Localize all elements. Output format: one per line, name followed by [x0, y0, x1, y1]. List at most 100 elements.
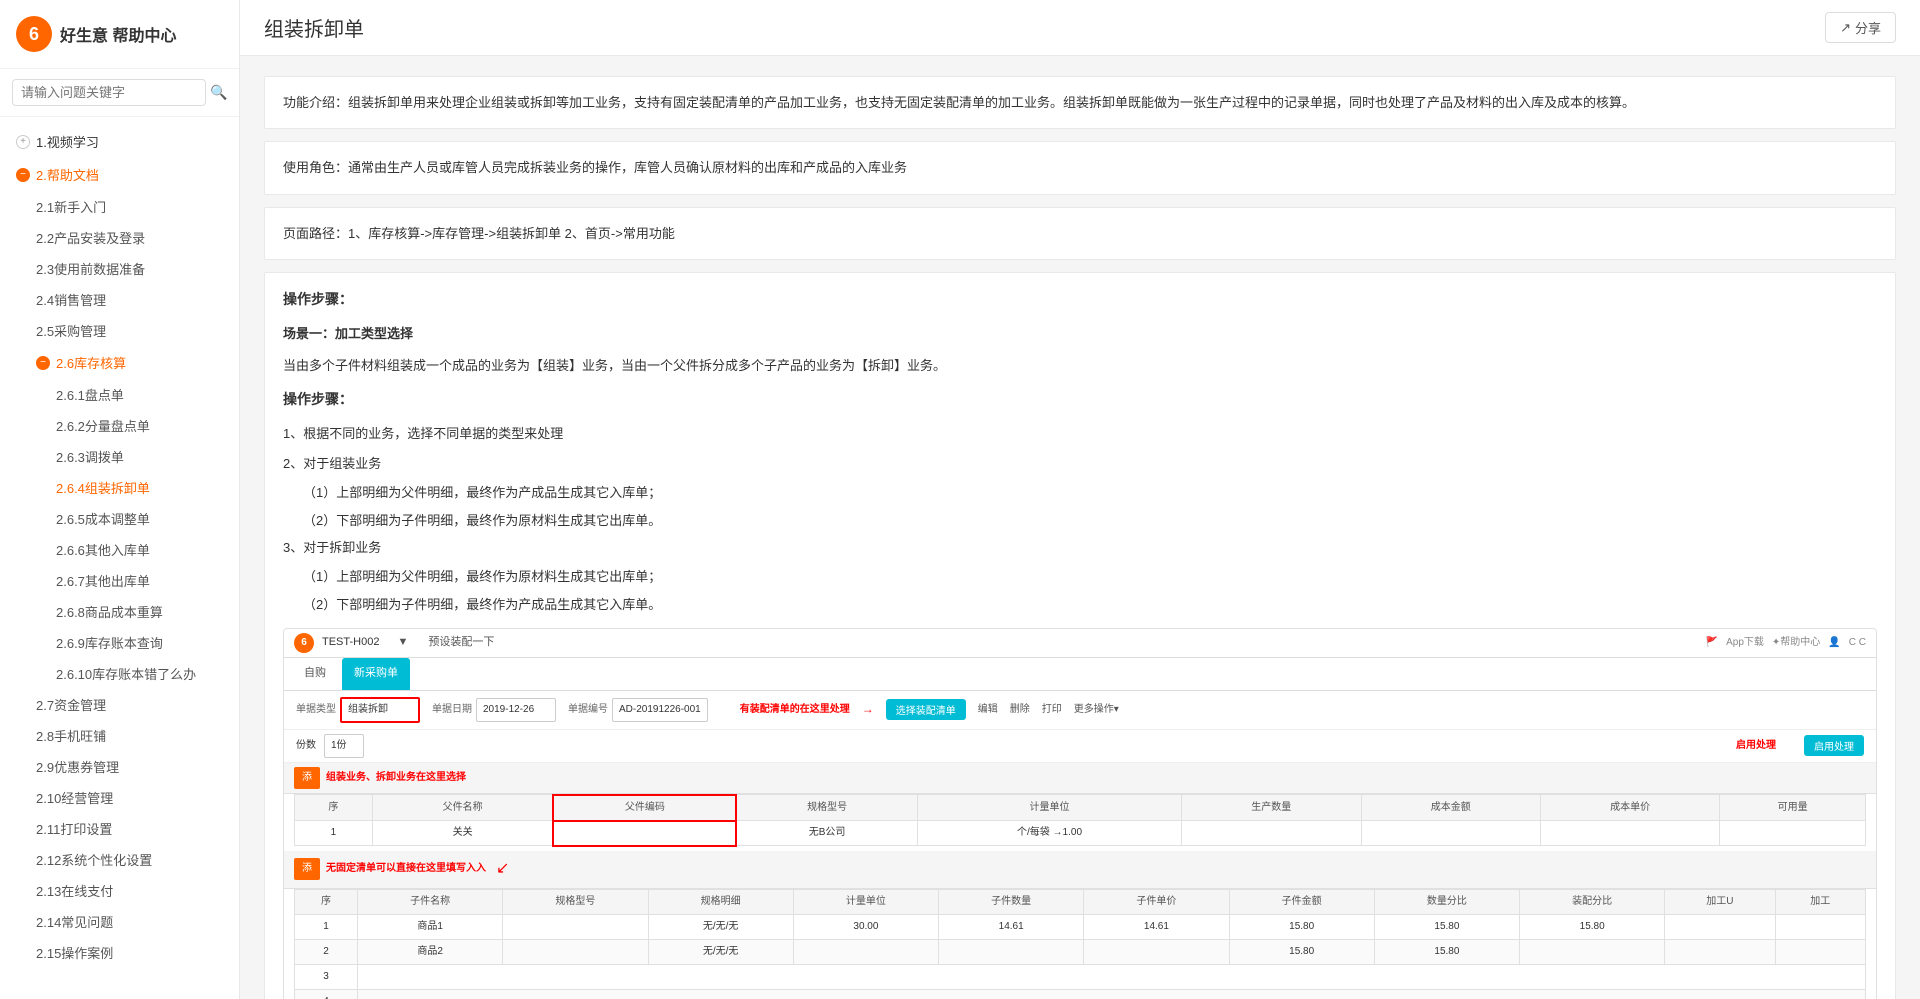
- btn-delete: 删除: [1010, 701, 1030, 719]
- sidebar-item-install[interactable]: 2.2产品安装及登录: [0, 222, 239, 253]
- sidebar-item-ledger-error[interactable]: 2.6.10库存账本错了么办: [20, 658, 239, 689]
- sidebar-item-stockcheck[interactable]: 2.6.1盘点单: [20, 379, 239, 410]
- app-icon-cc: C C: [1849, 634, 1866, 652]
- search-box: 🔍: [0, 69, 239, 117]
- step3-sub2: （2）下部明细为子件明细，最终作为产成品生成其它入库单。: [283, 593, 1877, 616]
- sidebar-item-assembly[interactable]: 2.6.4组装拆卸单: [20, 472, 239, 503]
- sidebar-item-video[interactable]: + 1.视频学习: [0, 125, 239, 158]
- sidebar-label-video: 1.视频学习: [36, 132, 99, 151]
- lower-row-1: 1 商品1 无/无/无 30.00 14.61 14.61 15.80 15.8…: [295, 914, 1866, 939]
- intro-block: 功能介绍：组装拆卸单用来处理企业组装或拆卸等加工业务，支持有固定装配清单的产品加…: [264, 76, 1896, 129]
- path-text: 页面路径：1、库存核算->库存管理->组装拆卸单 2、首页->常用功能: [283, 226, 675, 241]
- cell-parent-code: [553, 821, 736, 846]
- step3-sub1: （1）上部明细为父件明细，最终作为原材料生成其它出库单；: [283, 565, 1877, 588]
- cell-cost-price: [1540, 821, 1719, 846]
- upper-table: 序 父件名称 父件编码 规格型号 计量单位 生产数量 成本金额 成本单价 可用量: [294, 794, 1866, 847]
- btn-print: 打印: [1042, 701, 1062, 719]
- sidebar-item-cost-adj[interactable]: 2.6.5成本调整单: [20, 503, 239, 534]
- btn-select-bom[interactable]: 选择装配清单: [886, 699, 966, 720]
- step2: 2、对于组装业务: [283, 452, 1877, 475]
- sidebar-item-transfer[interactable]: 2.6.3调拨单: [20, 441, 239, 472]
- upper-col-parent-name: 父件名称: [372, 795, 553, 821]
- cell-parent-name: 关关: [372, 821, 553, 846]
- sidebar-item-partial-check[interactable]: 2.6.2分量盘点单: [20, 410, 239, 441]
- sidebar-item-finance[interactable]: 2.7资金管理: [0, 689, 239, 720]
- app-tab-home[interactable]: 自购: [292, 658, 338, 690]
- cell-cost-amt: [1361, 821, 1540, 846]
- steps-subtitle: 操作步骤：: [283, 387, 1877, 412]
- sidebar-item-operations[interactable]: 2.10经营管理: [0, 782, 239, 813]
- lower-add-btn[interactable]: 添: [294, 858, 320, 880]
- lower-col-child-amt: 子件金额: [1229, 889, 1374, 914]
- annotation-type: 组装业务、拆卸业务在这里选择: [326, 769, 466, 787]
- role-text: 使用角色：通常由生产人员或库管人员完成拆装业务的操作，库管人员确认原材料的出库和…: [283, 160, 907, 175]
- count-value: 1份: [324, 734, 364, 758]
- lower-table: 序 子件名称 规格型号 规格明细 计量单位 子件数量 子件单价 子件金额 数量分…: [294, 889, 1866, 999]
- app-tabs: 自购 新采购单: [284, 658, 1876, 691]
- lower-col-bom-ratio: 装配分比: [1520, 889, 1665, 914]
- upper-col-parent-code: 父件编码: [553, 795, 736, 821]
- arrow-no-bom: ↙: [496, 855, 509, 884]
- sidebar-item-help[interactable]: − 2.帮助文档: [0, 158, 239, 191]
- upper-table-container: 序 父件名称 父件编码 规格型号 计量单位 生产数量 成本金额 成本单价 可用量: [284, 794, 1876, 851]
- sidebar-item-data-prep[interactable]: 2.3使用前数据准备: [0, 253, 239, 284]
- main-content: 组装拆卸单 ↗ 分享 功能介绍：组装拆卸单用来处理企业组装或拆卸等加工业务，支持…: [240, 0, 1920, 999]
- lower-col-spec: 规格型号: [503, 889, 648, 914]
- app-tab-new[interactable]: 新采购单: [342, 658, 410, 690]
- sidebar-label-help: 2.帮助文档: [36, 165, 99, 184]
- upper-col-spec: 规格型号: [736, 795, 917, 821]
- expand-icon-help: −: [16, 168, 30, 182]
- cell-avail: [1720, 821, 1866, 846]
- type-group: 单据类型 组装拆卸: [296, 697, 420, 723]
- sidebar-item-newbie[interactable]: 2.1新手入门: [0, 191, 239, 222]
- logo-text: 好生意 帮助中心: [60, 22, 176, 46]
- sidebar-item-personalize[interactable]: 2.12系统个性化设置: [0, 844, 239, 875]
- sidebar-item-ledger-query[interactable]: 2.6.9库存账本查询: [20, 627, 239, 658]
- intro-text: 功能介绍：组装拆卸单用来处理企业组装或拆卸等加工业务，支持有固定装配清单的产品加…: [283, 95, 1635, 110]
- lower-col-child-price: 子件单价: [1084, 889, 1229, 914]
- sidebar-item-other-out[interactable]: 2.6.7其他出库单: [20, 565, 239, 596]
- cell-unit: 个/每袋 →1.00: [917, 821, 1181, 846]
- app-icon-flag: 🚩: [1706, 634, 1718, 652]
- lower-col-unit: 计量单位: [793, 889, 938, 914]
- lower-col-child-name: 子件名称: [358, 889, 503, 914]
- app-icon-apps: App下载: [1726, 634, 1764, 652]
- sidebar-item-cost-recalc[interactable]: 2.6.8商品成本重算: [20, 596, 239, 627]
- sidebar-item-sales[interactable]: 2.4销售管理: [0, 284, 239, 315]
- share-label: 分享: [1855, 18, 1881, 37]
- share-button[interactable]: ↗ 分享: [1825, 12, 1896, 43]
- code-label: 单据编号: [568, 701, 608, 719]
- search-button[interactable]: 🔍: [210, 84, 227, 101]
- sidebar-item-faq[interactable]: 2.14常见问题: [0, 906, 239, 937]
- sidebar-item-cases[interactable]: 2.15操作案例: [0, 937, 239, 968]
- app-screenshot: 6 TEST-H002 ▼ 预设装配一下 🚩 App下载 ✦帮助中心 👤 C C: [284, 629, 1876, 999]
- sidebar-item-coupon[interactable]: 2.9优惠券管理: [0, 751, 239, 782]
- sidebar-item-payment[interactable]: 2.13在线支付: [0, 875, 239, 906]
- menu-item-1: ▼: [397, 633, 408, 653]
- date-value: 2019-12-26: [476, 698, 556, 722]
- annotation-process: 启用处理: [1736, 737, 1776, 755]
- content-area: 功能介绍：组装拆卸单用来处理企业组装或拆卸等加工业务，支持有固定装配清单的产品加…: [240, 56, 1920, 999]
- code-group: 单据编号 AD-20191226-001: [568, 698, 708, 722]
- type-value: 组装拆卸: [340, 697, 420, 723]
- type-label: 单据类型: [296, 701, 336, 719]
- lower-col-spec-detail: 规格明细: [648, 889, 793, 914]
- btn-process[interactable]: 启用处理: [1804, 735, 1864, 756]
- count-label: 份数: [296, 737, 316, 755]
- sidebar-item-purchase[interactable]: 2.5采购管理: [0, 315, 239, 346]
- logo-area: 6 好生意 帮助中心: [0, 0, 239, 69]
- section-add-btn[interactable]: 添: [294, 767, 320, 789]
- sidebar-item-other-in[interactable]: 2.6.6其他入库单: [20, 534, 239, 565]
- step2-sub2: （2）下部明细为子件明细，最终作为原材料生成其它出库单。: [283, 509, 1877, 532]
- app-logo-small: 6: [294, 633, 314, 653]
- lower-row-3: 3: [295, 964, 1866, 989]
- operations-block: 操作步骤： 场景一：加工类型选择 当由多个子件材料组装成一个成品的业务为【组装】…: [264, 272, 1896, 999]
- sidebar-item-print[interactable]: 2.11打印设置: [0, 813, 239, 844]
- sidebar-item-inventory[interactable]: − 2.6库存核算: [0, 346, 239, 379]
- search-input[interactable]: [12, 79, 206, 106]
- operations-title: 操作步骤：: [283, 287, 1877, 312]
- app-menubar: ▼ 预设装配一下: [397, 633, 494, 653]
- lower-col-process-unit: 加工U: [1665, 889, 1775, 914]
- step1: 1、根据不同的业务，选择不同单据的类型来处理: [283, 422, 1877, 445]
- sidebar-item-mobile[interactable]: 2.8手机旺铺: [0, 720, 239, 751]
